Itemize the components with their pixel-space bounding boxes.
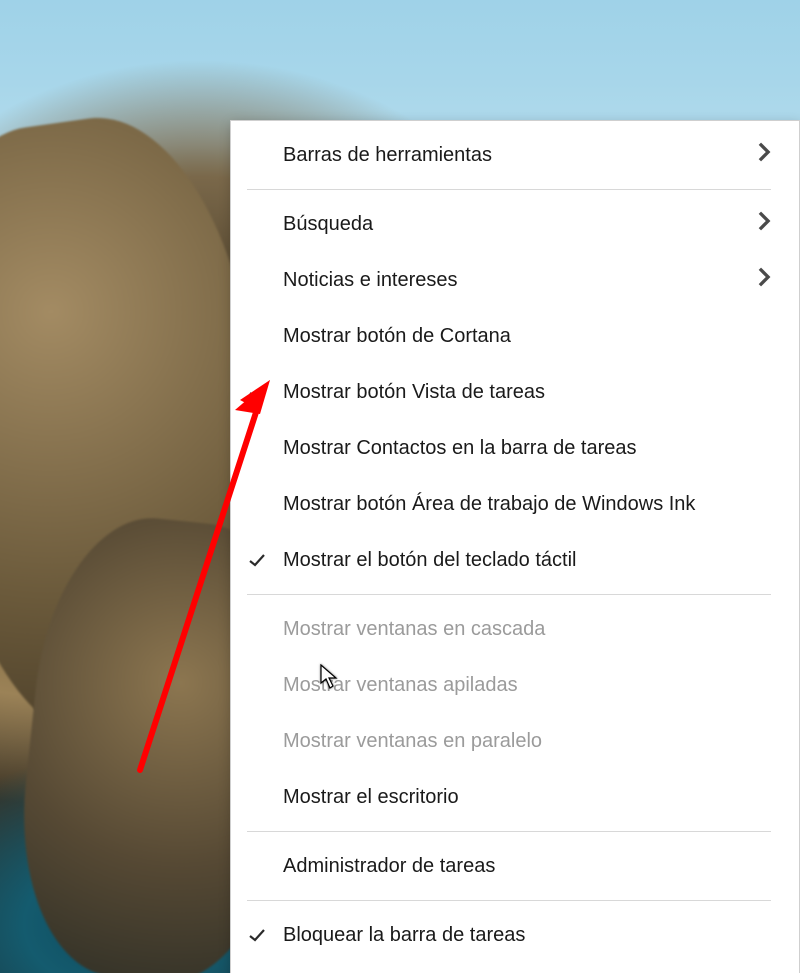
menu-item-label: Mostrar Contactos en la barra de tareas [283, 437, 771, 460]
chevron-right-icon [757, 266, 771, 294]
menu-item-show-cortana-button[interactable]: Mostrar botón de Cortana [231, 308, 799, 364]
menu-item-label: Mostrar botón de Cortana [283, 325, 771, 348]
menu-item-label: Administrador de tareas [283, 855, 771, 878]
menu-item-toolbars[interactable]: Barras de herramientas [231, 127, 799, 183]
check-icon [231, 551, 283, 569]
menu-separator [247, 189, 771, 190]
menu-item-label: Mostrar botón Vista de tareas [283, 381, 771, 404]
menu-item-label: Noticias e intereses [283, 269, 745, 292]
chevron-right-icon [757, 210, 771, 238]
taskbar-context-menu: Barras de herramientas Búsqueda Noticias… [230, 120, 800, 973]
menu-item-search[interactable]: Búsqueda [231, 196, 799, 252]
menu-separator [247, 900, 771, 901]
menu-item-show-windows-ink[interactable]: Mostrar botón Área de trabajo de Windows… [231, 476, 799, 532]
menu-item-show-task-view-button[interactable]: Mostrar botón Vista de tareas [231, 364, 799, 420]
menu-item-task-manager[interactable]: Administrador de tareas [231, 838, 799, 894]
menu-item-stacked-windows: Mostrar ventanas apiladas [231, 657, 799, 713]
menu-item-label: Mostrar botón Área de trabajo de Windows… [283, 493, 771, 516]
menu-item-side-by-side-windows: Mostrar ventanas en paralelo [231, 713, 799, 769]
menu-item-news-interests[interactable]: Noticias e intereses [231, 252, 799, 308]
menu-item-label: Mostrar ventanas en cascada [283, 618, 771, 641]
check-icon [231, 383, 283, 401]
menu-item-label: Mostrar el escritorio [283, 786, 771, 809]
menu-item-label: Búsqueda [283, 213, 745, 236]
menu-item-taskbar-settings[interactable]: Configuración de la barra de tareas [231, 963, 799, 973]
menu-item-lock-taskbar[interactable]: Bloquear la barra de tareas [231, 907, 799, 963]
chevron-right-icon [757, 141, 771, 169]
menu-item-show-touch-keyboard[interactable]: Mostrar el botón del teclado táctil [231, 532, 799, 588]
menu-item-label: Mostrar el botón del teclado táctil [283, 549, 771, 572]
menu-item-label: Mostrar ventanas en paralelo [283, 730, 771, 753]
menu-separator [247, 831, 771, 832]
menu-item-label: Barras de herramientas [283, 144, 745, 167]
menu-item-label: Bloquear la barra de tareas [283, 924, 771, 947]
menu-item-show-people[interactable]: Mostrar Contactos en la barra de tareas [231, 420, 799, 476]
menu-item-label: Mostrar ventanas apiladas [283, 674, 771, 697]
check-icon [231, 926, 283, 944]
menu-item-show-desktop[interactable]: Mostrar el escritorio [231, 769, 799, 825]
menu-item-cascade-windows: Mostrar ventanas en cascada [231, 601, 799, 657]
menu-separator [247, 594, 771, 595]
